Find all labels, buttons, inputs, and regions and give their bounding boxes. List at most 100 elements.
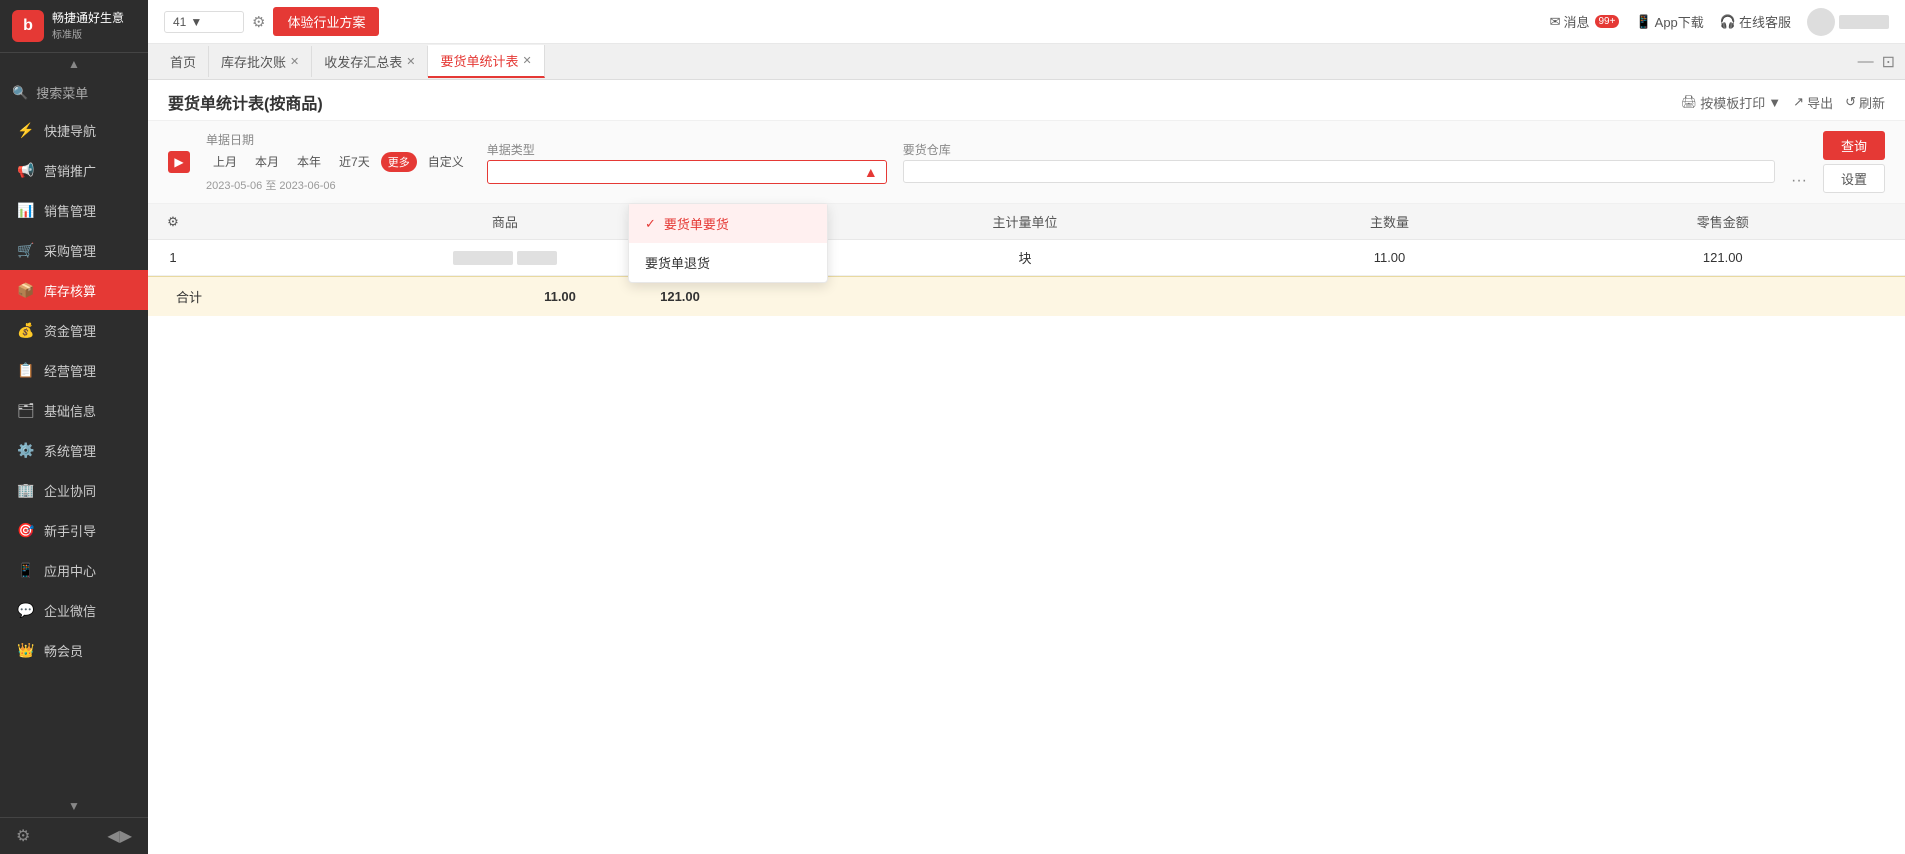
sidebar-item-label: 新手引导	[44, 521, 96, 540]
dropdown-item-order-return[interactable]: 要货单退货	[629, 243, 827, 282]
sidebar-item-system[interactable]: ⚙️ 系统管理	[0, 430, 148, 470]
sidebar-item-purchase[interactable]: 🛒 采购管理	[0, 230, 148, 270]
col-settings[interactable]: ⚙	[148, 204, 198, 240]
sidebar-item-quick-nav[interactable]: ⚡ 快捷导航	[0, 110, 148, 150]
sidebar-item-sales[interactable]: 📊 销售管理	[0, 190, 148, 230]
topbar-left: 41 ▼ ⚙ 体验行业方案	[164, 7, 1550, 36]
message-badge: 99+	[1595, 15, 1620, 28]
export-btn[interactable]: ↗ 导出	[1793, 93, 1833, 112]
sidebar-item-basic-info[interactable]: 🗂 基础信息	[0, 390, 148, 430]
sidebar-item-guide[interactable]: 🎯 新手引导	[0, 510, 148, 550]
type-chevron-up-icon[interactable]: ▲	[864, 164, 878, 180]
date-btn-this-year[interactable]: 本年	[290, 150, 328, 173]
tab-order-close[interactable]: ✕	[523, 54, 532, 67]
service-btn[interactable]: 🎧 在线客服	[1720, 12, 1791, 31]
cell-unit: 块	[812, 240, 1239, 276]
sidebar-item-label: 企业协同	[44, 481, 96, 500]
query-btn[interactable]: 查询	[1823, 131, 1885, 160]
tab-receive-close[interactable]: ✕	[406, 55, 415, 68]
search-icon: 🔍	[12, 85, 28, 101]
print-btn[interactable]: 🖨 按模板打印 ▼	[1681, 93, 1781, 112]
filter-date-group: 单据日期 上月 本月 本年 近7天 更多 自定义 2023-05-06 至 20…	[206, 131, 471, 193]
settings-btn[interactable]: 设置	[1823, 164, 1885, 193]
topbar-right: ✉ 消息 99+ 📱 App下载 🎧 在线客服	[1550, 8, 1889, 36]
date-btn-this-month[interactable]: 本月	[248, 150, 286, 173]
sidebar-item-member[interactable]: 👑 畅会员	[0, 630, 148, 670]
sidebar-item-label: 经营管理	[44, 361, 96, 380]
header-row: ⚙ 商品 主计量单位 主数量 零售金额	[148, 204, 1905, 240]
sidebar-item-wechat[interactable]: 💬 企业微信	[0, 590, 148, 630]
column-settings-icon[interactable]: ⚙	[167, 214, 179, 229]
warehouse-input[interactable]	[912, 164, 1766, 179]
sidebar-item-label: 系统管理	[44, 441, 96, 460]
marketing-icon: 📢	[16, 160, 36, 180]
sidebar-item-marketing[interactable]: 📢 营销推广	[0, 150, 148, 190]
date-btn-more-tag[interactable]: 更多	[381, 152, 417, 172]
filter-more-icon[interactable]: ···	[1791, 172, 1807, 190]
dropdown-item-label: 要货单要货	[664, 214, 729, 233]
sidebar-item-finance[interactable]: 💰 资金管理	[0, 310, 148, 350]
message-btn[interactable]: ✉ 消息 99+	[1550, 12, 1620, 31]
print-chevron-icon: ▼	[1768, 95, 1781, 110]
app-center-icon: 📱	[16, 560, 36, 580]
type-input[interactable]	[496, 164, 864, 179]
sidebar-item-label: 企业微信	[44, 601, 96, 620]
sidebar-item-operations[interactable]: 📋 经营管理	[0, 350, 148, 390]
tab-home[interactable]: 首页	[158, 46, 209, 77]
sidebar-item-inventory[interactable]: 📦 库存核算	[0, 270, 148, 310]
tab-minimize-icon[interactable]: —	[1858, 53, 1874, 71]
industry-btn[interactable]: 体验行业方案	[273, 7, 379, 36]
scroll-down-indicator: ▼	[0, 795, 148, 817]
total-amount: 121.00	[620, 289, 740, 304]
page-actions: 🖨 按模板打印 ▼ ↗ 导出 ↺ 刷新	[1681, 93, 1885, 112]
data-table: ⚙ 商品 主计量单位 主数量 零售金额 1	[148, 204, 1905, 276]
system-icon: ⚙️	[16, 440, 36, 460]
app-logo: b 畅捷通好生意 标准版	[0, 0, 148, 53]
user-avatar	[1807, 8, 1835, 36]
product-name-placeholder	[453, 251, 513, 265]
company-selector[interactable]: 41 ▼	[164, 11, 244, 33]
tab-order-summary[interactable]: 要货单统计表 ✕	[428, 45, 544, 78]
sidebar-item-app-center[interactable]: 📱 应用中心	[0, 550, 148, 590]
user-menu[interactable]	[1807, 8, 1889, 36]
total-label: 合计	[160, 287, 380, 306]
company-selector-value: 41	[173, 15, 186, 29]
tab-batch-close[interactable]: ✕	[290, 55, 299, 68]
tab-maximize-icon[interactable]: ⊡	[1882, 52, 1895, 72]
date-btn-custom[interactable]: 自定义	[421, 150, 471, 173]
sidebar-item-label: 畅会员	[44, 641, 83, 660]
filter-bar: ▶ 单据日期 上月 本月 本年 近7天 更多 自定义 2023-05-06 至 …	[148, 121, 1905, 204]
sidebar-collapse-btn[interactable]: ◀▶	[107, 826, 132, 846]
dropdown-item-order-goods[interactable]: 要货单要货	[629, 204, 827, 243]
sidebar-item-label: 库存核算	[44, 281, 96, 300]
table-header: ⚙ 商品 主计量单位 主数量 零售金额	[148, 204, 1905, 240]
sidebar-item-label: 资金管理	[44, 321, 96, 340]
sales-icon: 📊	[16, 200, 36, 220]
sidebar-bottom: ⚙ ◀▶	[0, 817, 148, 854]
message-label: 消息	[1563, 12, 1589, 31]
wechat-icon: 💬	[16, 600, 36, 620]
date-btn-recent-7[interactable]: 近7天	[332, 150, 377, 173]
filter-warehouse-group: 要货仓库	[903, 141, 1775, 183]
filter-type-group: 单据类型 ▲	[487, 141, 887, 184]
tab-batch-account[interactable]: 库存批次账 ✕	[209, 46, 312, 77]
tab-receive-summary[interactable]: 收发存汇总表 ✕	[312, 46, 428, 77]
filter-expand-btn[interactable]: ▶	[168, 151, 190, 173]
cell-amount: 121.00	[1541, 240, 1905, 276]
sidebar-settings-btn[interactable]: ⚙	[16, 826, 30, 846]
app-download-btn[interactable]: 📱 App下载	[1635, 12, 1703, 31]
service-label: 在线客服	[1739, 12, 1791, 31]
main-area: 41 ▼ ⚙ 体验行业方案 ✉ 消息 99+ 📱 App下载 🎧 在线客服	[148, 0, 1905, 854]
tab-receive-label: 收发存汇总表	[324, 52, 402, 71]
table-container: ⚙ 商品 主计量单位 主数量 零售金额 1	[148, 204, 1905, 276]
logo-icon: b	[12, 10, 44, 42]
refresh-btn[interactable]: ↺ 刷新	[1845, 93, 1885, 112]
purchase-icon: 🛒	[16, 240, 36, 260]
message-icon: ✉	[1550, 14, 1561, 30]
sidebar-item-enterprise[interactable]: 🏢 企业协同	[0, 470, 148, 510]
print-icon: 🖨	[1681, 94, 1698, 110]
refresh-icon: ↺	[1845, 94, 1856, 110]
topbar-gear-icon[interactable]: ⚙	[252, 13, 265, 31]
search-menu-item[interactable]: 🔍 搜索菜单	[0, 75, 148, 110]
date-btn-last-month[interactable]: 上月	[206, 150, 244, 173]
